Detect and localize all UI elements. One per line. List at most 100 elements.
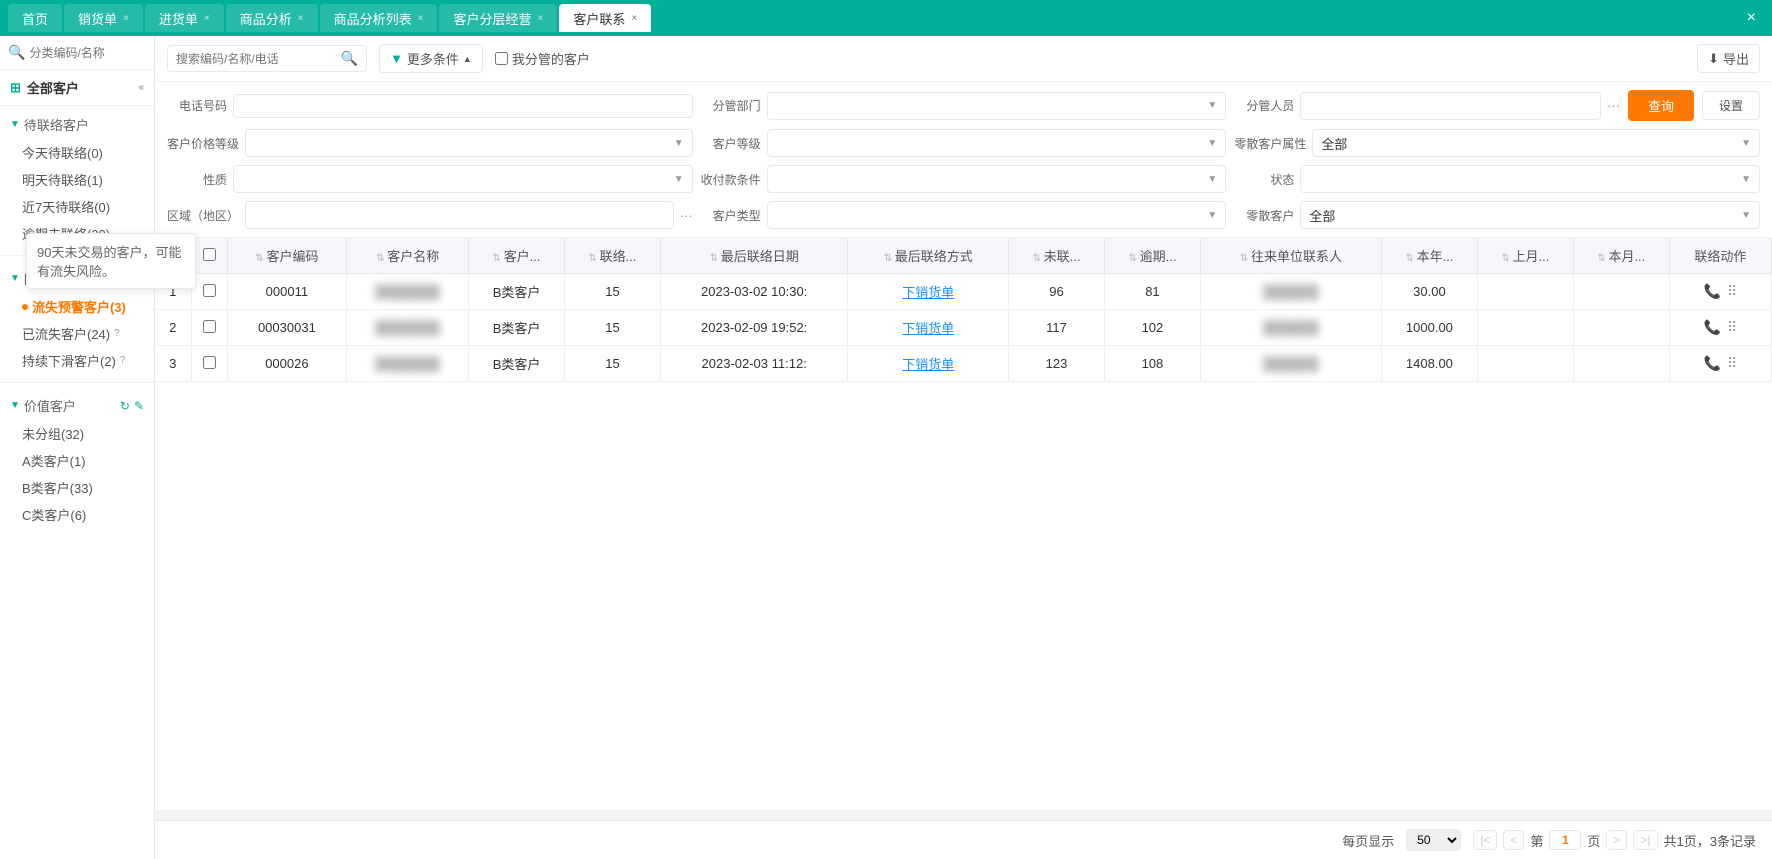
row-last-method[interactable]: 下销货单 bbox=[848, 274, 1009, 310]
sidebar-search-input[interactable] bbox=[29, 46, 146, 60]
table-header-last-month[interactable]: 上月... bbox=[1477, 238, 1573, 274]
row-last-method[interactable]: 下销货单 bbox=[848, 346, 1009, 382]
search-box[interactable]: 🔍 bbox=[167, 45, 367, 72]
table-header-this-month[interactable]: 本月... bbox=[1573, 238, 1669, 274]
sidebar-section-pending-title[interactable]: ▼ 待联络客户 bbox=[0, 110, 154, 139]
sidebar-item-unassigned[interactable]: 未分组(32) bbox=[0, 420, 154, 447]
last-method-link[interactable]: 下销货单 bbox=[902, 321, 954, 336]
row-actions[interactable]: 📞 ⠿ bbox=[1669, 274, 1771, 310]
filter-region-select[interactable] bbox=[245, 201, 674, 229]
settings-button[interactable]: 设置 bbox=[1702, 91, 1760, 120]
sidebar-item-b-class[interactable]: B类客户(33) bbox=[0, 474, 154, 501]
horizontal-scrollbar[interactable] bbox=[155, 810, 1772, 820]
manager-dots[interactable]: ··· bbox=[1607, 98, 1620, 113]
more-filter-button[interactable]: ▼ 更多条件 ▲ bbox=[379, 44, 483, 73]
my-customer-checkbox[interactable] bbox=[495, 52, 508, 65]
table-header-uncontacted[interactable]: 未联... bbox=[1009, 238, 1105, 274]
table-header-this-year[interactable]: 本年... bbox=[1381, 238, 1477, 274]
sidebar-item-a-class[interactable]: A类客户(1) bbox=[0, 447, 154, 474]
refresh-icon[interactable]: ↻ bbox=[120, 399, 130, 413]
row-checkbox[interactable] bbox=[191, 274, 227, 310]
table-header-contact-count[interactable]: 联络... bbox=[565, 238, 661, 274]
sidebar-item-today[interactable]: 今天待联络(0) bbox=[0, 139, 154, 166]
row-last-method[interactable]: 下销货单 bbox=[848, 310, 1009, 346]
tab-analysis-close[interactable]: × bbox=[298, 13, 304, 24]
action-contact-icon[interactable]: 📞 bbox=[1704, 283, 1721, 300]
row-name: ███████ bbox=[347, 310, 469, 346]
table-header-code[interactable]: 客户编码 bbox=[227, 238, 347, 274]
action-more-icon[interactable]: ⠿ bbox=[1727, 283, 1737, 300]
table-header-checkbox[interactable] bbox=[191, 238, 227, 274]
filter-status-select[interactable]: ▼ bbox=[1300, 165, 1760, 193]
sidebar-item-churn-warning[interactable]: 流失预警客户(3) bbox=[0, 293, 154, 320]
table-header-last-date[interactable]: 最后联络日期 bbox=[660, 238, 847, 274]
row-select-checkbox[interactable] bbox=[203, 320, 216, 333]
filter-price-grade-select[interactable]: ▼ bbox=[245, 129, 693, 157]
tab-purchase-close[interactable]: × bbox=[204, 13, 210, 24]
select-all-checkbox[interactable] bbox=[203, 248, 216, 261]
query-button[interactable]: 查询 bbox=[1628, 90, 1694, 121]
sidebar-item-tomorrow[interactable]: 明天待联络(1) bbox=[0, 166, 154, 193]
row-select-checkbox[interactable] bbox=[203, 356, 216, 369]
last-method-link[interactable]: 下销货单 bbox=[902, 357, 954, 372]
filter-customer-type-select[interactable]: ▼ bbox=[767, 201, 1227, 229]
tab-home[interactable]: 首页 bbox=[8, 4, 62, 32]
sidebar-item-churned[interactable]: 已流失客户(24) ? bbox=[0, 320, 154, 347]
tab-purchase[interactable]: 进货单 × bbox=[145, 4, 224, 32]
tab-analysis-list-close[interactable]: × bbox=[418, 13, 424, 24]
filter-customer-grade-select[interactable]: ▼ bbox=[767, 129, 1227, 157]
action-more-icon[interactable]: ⠿ bbox=[1727, 319, 1737, 336]
filter-nature-select[interactable]: ▼ bbox=[233, 165, 693, 193]
window-close-button[interactable]: × bbox=[1739, 5, 1764, 31]
filter-bar: 🔍 ▼ 更多条件 ▲ 我分管的客户 ⬇ 导出 bbox=[155, 36, 1772, 82]
table-header-unit-contact[interactable]: 往来单位联系人 bbox=[1200, 238, 1381, 274]
sidebar-item-7days[interactable]: 近7天待联络(0) bbox=[0, 193, 154, 220]
search-input[interactable] bbox=[176, 52, 341, 66]
page-first-button[interactable]: |< bbox=[1473, 830, 1497, 850]
filter-casual-customer-select[interactable]: 全部 ▼ bbox=[1300, 201, 1760, 229]
edit-icon[interactable]: ✎ bbox=[134, 399, 144, 413]
table-header-overdue[interactable]: 逾期... bbox=[1104, 238, 1200, 274]
region-dots[interactable]: ··· bbox=[680, 208, 693, 223]
tab-customer-tier-close[interactable]: × bbox=[537, 13, 543, 24]
row-checkbox[interactable] bbox=[191, 310, 227, 346]
search-submit-icon[interactable]: 🔍 bbox=[341, 50, 358, 67]
row-select-checkbox[interactable] bbox=[203, 284, 216, 297]
tab-customer-contact-close[interactable]: × bbox=[631, 13, 637, 24]
tab-customer-tier[interactable]: 客户分层经营 × bbox=[439, 4, 557, 32]
filter-phone-input[interactable] bbox=[233, 94, 693, 118]
row-actions[interactable]: 📞 ⠿ bbox=[1669, 346, 1771, 382]
per-page-select[interactable]: 50 100 200 bbox=[1406, 829, 1461, 851]
filter-casual-attr-select[interactable]: 全部 ▼ bbox=[1312, 129, 1760, 157]
row-checkbox[interactable] bbox=[191, 346, 227, 382]
tab-customer-contact[interactable]: 客户联系 × bbox=[559, 4, 651, 32]
sidebar-item-c-class[interactable]: C类客户(6) bbox=[0, 501, 154, 528]
table-header-last-method[interactable]: 最后联络方式 bbox=[848, 238, 1009, 274]
collapse-icon[interactable]: « bbox=[138, 82, 144, 93]
action-more-icon[interactable]: ⠿ bbox=[1727, 355, 1737, 372]
table-header-name[interactable]: 客户名称 bbox=[347, 238, 469, 274]
filter-customer-grade-label: 客户等级 bbox=[701, 135, 761, 152]
tab-analysis-list[interactable]: 商品分析列表 × bbox=[320, 4, 438, 32]
filter-payment-select[interactable]: ▼ bbox=[767, 165, 1227, 193]
tab-sales-close[interactable]: × bbox=[123, 13, 129, 24]
action-contact-icon[interactable]: 📞 bbox=[1704, 355, 1721, 372]
sidebar-item-declining[interactable]: 持续下滑客户(2) ? bbox=[0, 347, 154, 374]
tab-analysis[interactable]: 商品分析 × bbox=[226, 4, 318, 32]
row-actions[interactable]: 📞 ⠿ bbox=[1669, 310, 1771, 346]
page-last-button[interactable]: >| bbox=[1633, 830, 1657, 850]
page-next-button[interactable]: > bbox=[1606, 830, 1627, 850]
filter-dept-select[interactable]: ▼ bbox=[767, 92, 1227, 120]
sidebar-root-header[interactable]: ⊞ 全部客户 « bbox=[0, 70, 154, 106]
filter-manager-select[interactable] bbox=[1300, 92, 1601, 120]
last-method-link[interactable]: 下销货单 bbox=[902, 285, 954, 300]
sidebar-section-value-title[interactable]: ▼ 价值客户 ↻ ✎ bbox=[0, 391, 154, 420]
page-prev-button[interactable]: < bbox=[1503, 830, 1524, 850]
sidebar-search-box[interactable]: 🔍 bbox=[0, 36, 154, 70]
table-header-type[interactable]: 客户... bbox=[469, 238, 565, 274]
tab-sales[interactable]: 销货单 × bbox=[64, 4, 143, 32]
page-input[interactable] bbox=[1549, 830, 1581, 850]
action-contact-icon[interactable]: 📞 bbox=[1704, 319, 1721, 336]
my-customer-checkbox-row[interactable]: 我分管的客户 bbox=[495, 49, 590, 68]
export-button[interactable]: ⬇ 导出 bbox=[1697, 44, 1760, 73]
